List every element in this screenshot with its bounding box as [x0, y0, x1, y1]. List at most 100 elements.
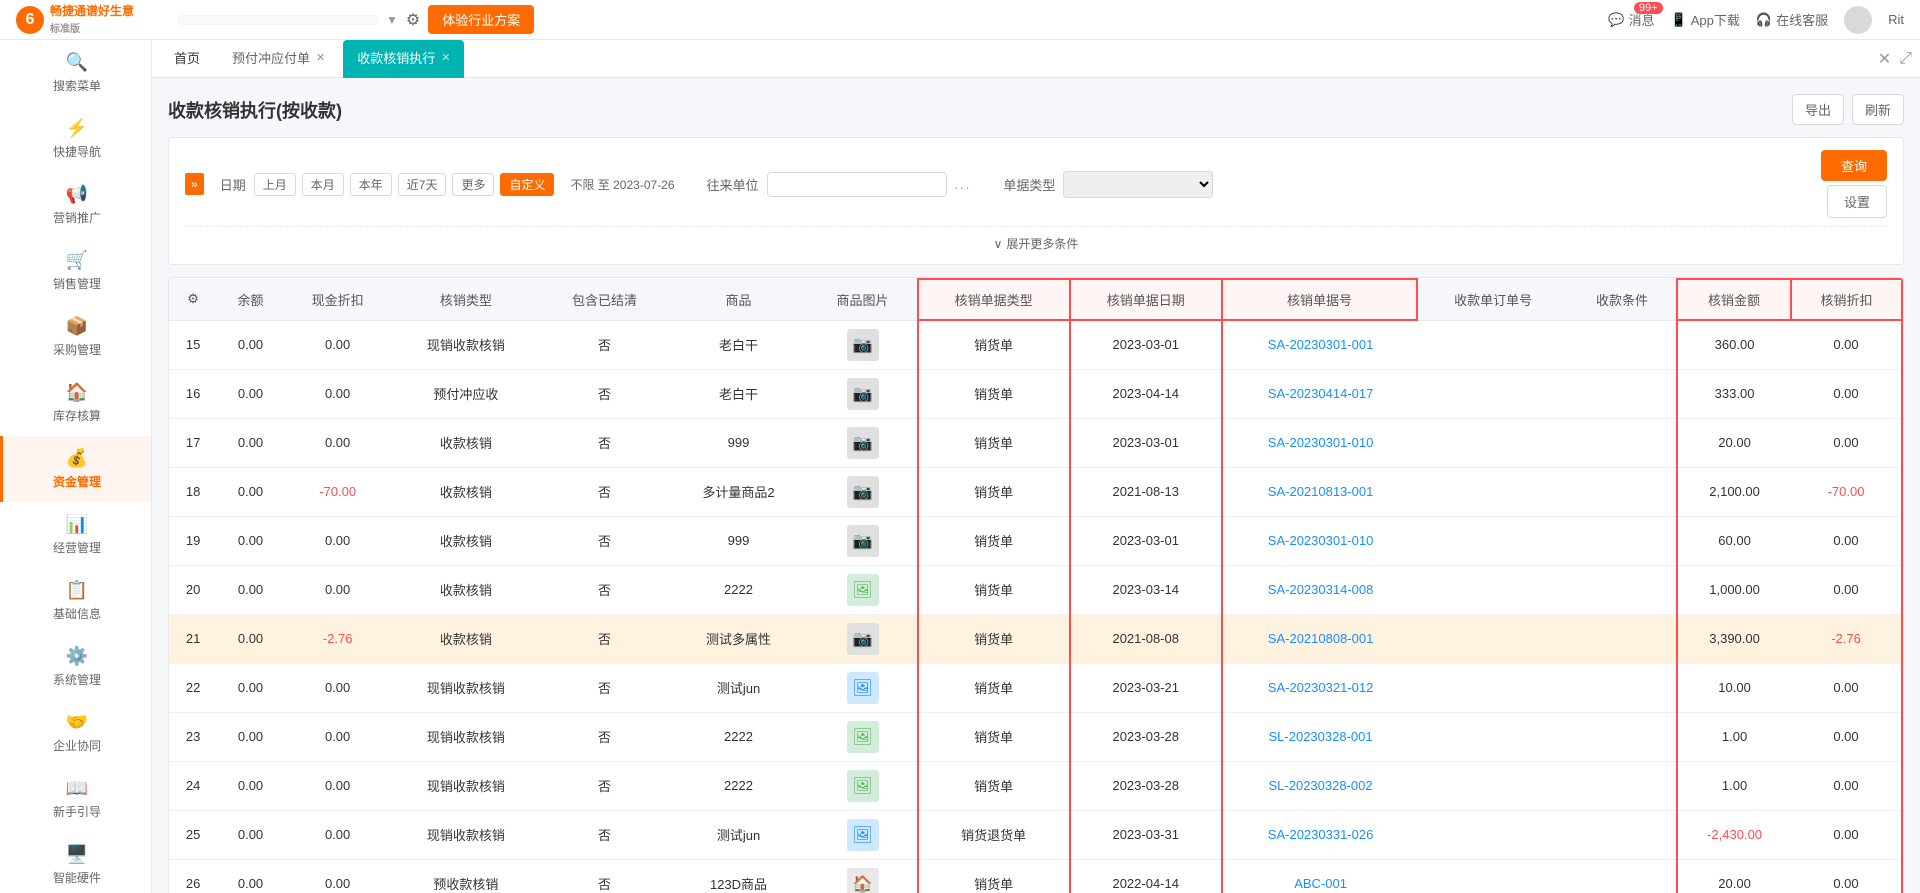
- tab-collection[interactable]: 收款核销执行 ✕: [343, 40, 464, 78]
- page-content: 收款核销执行(按收款) 导出 刷新 » 日期 上月 本月 本年: [152, 78, 1920, 893]
- bill-no-link[interactable]: ABC-001: [1293, 876, 1347, 891]
- cell-bill-no[interactable]: SA-20230321-012: [1222, 663, 1418, 712]
- cell-bill-no[interactable]: SA-20230301-001: [1222, 320, 1418, 369]
- cell-bill-no[interactable]: SA-20230301-010: [1222, 516, 1418, 565]
- bill-no-link[interactable]: SA-20230301-010: [1267, 435, 1374, 450]
- cell-goods: 123D商品: [669, 859, 809, 893]
- date-btn-custom[interactable]: 自定义: [500, 173, 554, 196]
- goods-image: 🖼: [847, 672, 879, 704]
- sidebar-item-sales[interactable]: 🛒 销售管理: [0, 238, 151, 304]
- cell-bill-no[interactable]: SL-20230328-002: [1222, 761, 1418, 810]
- col-header-settings[interactable]: ⚙: [169, 279, 217, 320]
- date-btn-this-month[interactable]: 本月: [302, 173, 344, 196]
- sidebar-item-basic[interactable]: 📋 基础信息: [0, 568, 151, 634]
- sidebar-item-quick-nav[interactable]: ⚡ 快捷导航: [0, 106, 151, 172]
- tab-prepay[interactable]: 预付冲应付单 ✕: [218, 40, 339, 78]
- sidebar-item-inventory[interactable]: 🏠 库存核算: [0, 370, 151, 436]
- cell-goods-img: 📷: [808, 516, 917, 565]
- refresh-button[interactable]: 刷新: [1852, 94, 1904, 125]
- user-avatar[interactable]: [1844, 6, 1872, 34]
- table-body: 15 0.00 0.00 现销收款核销 否 老白干 📷 销货单 2023-03-…: [169, 320, 1902, 893]
- cell-balance: 0.00: [217, 663, 284, 712]
- quick-nav-icon: ⚡: [66, 118, 88, 139]
- bill-no-link[interactable]: SL-20230328-002: [1268, 778, 1373, 793]
- sidebar-item-finance[interactable]: 💰 资金管理: [0, 436, 151, 502]
- expand-conditions-button[interactable]: ∨ 展开更多条件: [994, 235, 1079, 252]
- sidebar-item-operations[interactable]: 📊 经营管理: [0, 502, 151, 568]
- cell-bill-no[interactable]: SA-20230314-008: [1222, 565, 1418, 614]
- goods-image: 📷: [847, 427, 879, 459]
- app-download-item[interactable]: 📱 App下载: [1671, 10, 1740, 29]
- cell-bill-date: 2023-03-01: [1070, 516, 1222, 565]
- cell-verify-amount: 10.00: [1677, 663, 1791, 712]
- cell-include-settled: 否: [540, 418, 668, 467]
- cell-balance: 0.00: [217, 810, 284, 859]
- partner-input[interactable]: [767, 172, 947, 197]
- cell-goods-img: 📷: [808, 369, 917, 418]
- cell-bill-no[interactable]: SA-20230331-026: [1222, 810, 1418, 859]
- date-btn-last-month[interactable]: 上月: [254, 173, 296, 196]
- cell-bill-type: 销货单: [918, 663, 1070, 712]
- filter-partner: 往来单位 ...: [707, 172, 972, 197]
- cell-receipt-condition: [1568, 859, 1677, 893]
- sidebar-item-system[interactable]: ⚙️ 系统管理: [0, 634, 151, 700]
- online-service-item[interactable]: 🎧 在线客服: [1756, 10, 1828, 29]
- sidebar-item-enterprise[interactable]: 🤝 企业协同: [0, 700, 151, 766]
- cell-verify-discount: -2.76: [1791, 614, 1902, 663]
- cell-bill-no[interactable]: SA-20230301-010: [1222, 418, 1418, 467]
- cell-goods-img: 🏠: [808, 859, 917, 893]
- bill-no-link[interactable]: SA-20230301-010: [1267, 533, 1374, 548]
- solution-button[interactable]: 体验行业方案: [428, 5, 534, 34]
- date-btn-this-year[interactable]: 本年: [350, 173, 392, 196]
- download-label: App下载: [1691, 10, 1740, 29]
- bill-no-link[interactable]: SA-20210808-001: [1267, 631, 1374, 646]
- goods-image: 📷: [847, 623, 879, 655]
- cell-goods-img: 📷: [808, 467, 917, 516]
- bill-no-link[interactable]: SA-20230414-017: [1267, 386, 1374, 401]
- tab-home[interactable]: 首页: [160, 40, 214, 78]
- query-button[interactable]: 查询: [1821, 150, 1887, 181]
- date-btn-7days[interactable]: 近7天: [398, 173, 447, 196]
- bill-no-link[interactable]: SA-20230314-008: [1267, 582, 1374, 597]
- cell-cash-discount: 0.00: [284, 369, 392, 418]
- cell-goods: 老白干: [669, 369, 809, 418]
- col-header-bill-date: 核销单据日期: [1070, 279, 1222, 320]
- sidebar-item-hardware[interactable]: 🖥️ 智能硬件: [0, 832, 151, 893]
- goods-image: 🖼: [847, 721, 879, 753]
- tab-collection-close[interactable]: ✕: [441, 51, 450, 64]
- sidebar-item-search-menu[interactable]: 🔍 搜索菜单: [0, 40, 151, 106]
- sidebar-item-purchase[interactable]: 📦 采购管理: [0, 304, 151, 370]
- sidebar-item-marketing[interactable]: 📢 营销推广: [0, 172, 151, 238]
- bill-no-link[interactable]: SL-20230328-001: [1268, 729, 1373, 744]
- tab-expand-icon[interactable]: ⤢: [1899, 50, 1912, 68]
- dropdown-arrow-icon[interactable]: ▼: [386, 13, 398, 27]
- page-actions: 导出 刷新: [1792, 94, 1904, 125]
- partner-label: 往来单位: [707, 175, 759, 194]
- sidebar-item-guide[interactable]: 📖 新手引导: [0, 766, 151, 832]
- cell-bill-no[interactable]: SL-20230328-001: [1222, 712, 1418, 761]
- cell-bill-no[interactable]: SA-20210808-001: [1222, 614, 1418, 663]
- notification-item[interactable]: 💬 消息 99+: [1608, 10, 1654, 29]
- gear-icon[interactable]: ⚙: [406, 10, 420, 30]
- search-box: [178, 15, 378, 25]
- cell-bill-no[interactable]: SA-20210813-001: [1222, 467, 1418, 516]
- cell-bill-no[interactable]: SA-20230414-017: [1222, 369, 1418, 418]
- expand-arrow-button[interactable]: »: [185, 173, 204, 195]
- bill-no-link[interactable]: SA-20230301-001: [1267, 337, 1374, 352]
- table-row: 15 0.00 0.00 现销收款核销 否 老白干 📷 销货单 2023-03-…: [169, 320, 1902, 369]
- settings-button[interactable]: 设置: [1827, 185, 1887, 218]
- tab-prepay-close[interactable]: ✕: [316, 51, 325, 64]
- cell-receipt-condition: [1568, 467, 1677, 516]
- bill-no-link[interactable]: SA-20230331-026: [1267, 827, 1374, 842]
- bill-no-link[interactable]: SA-20210813-001: [1267, 484, 1374, 499]
- tab-close-icon[interactable]: ✕: [1878, 49, 1891, 69]
- app-version: 标准版: [50, 20, 134, 35]
- cell-id: 19: [169, 516, 217, 565]
- export-button[interactable]: 导出: [1792, 94, 1844, 125]
- date-btn-more[interactable]: 更多: [452, 173, 494, 196]
- bill-type-select[interactable]: [1063, 171, 1213, 198]
- cell-balance: 0.00: [217, 369, 284, 418]
- cell-bill-no[interactable]: ABC-001: [1222, 859, 1418, 893]
- bill-no-link[interactable]: SA-20230321-012: [1267, 680, 1374, 695]
- cell-cash-discount: 0.00: [284, 418, 392, 467]
